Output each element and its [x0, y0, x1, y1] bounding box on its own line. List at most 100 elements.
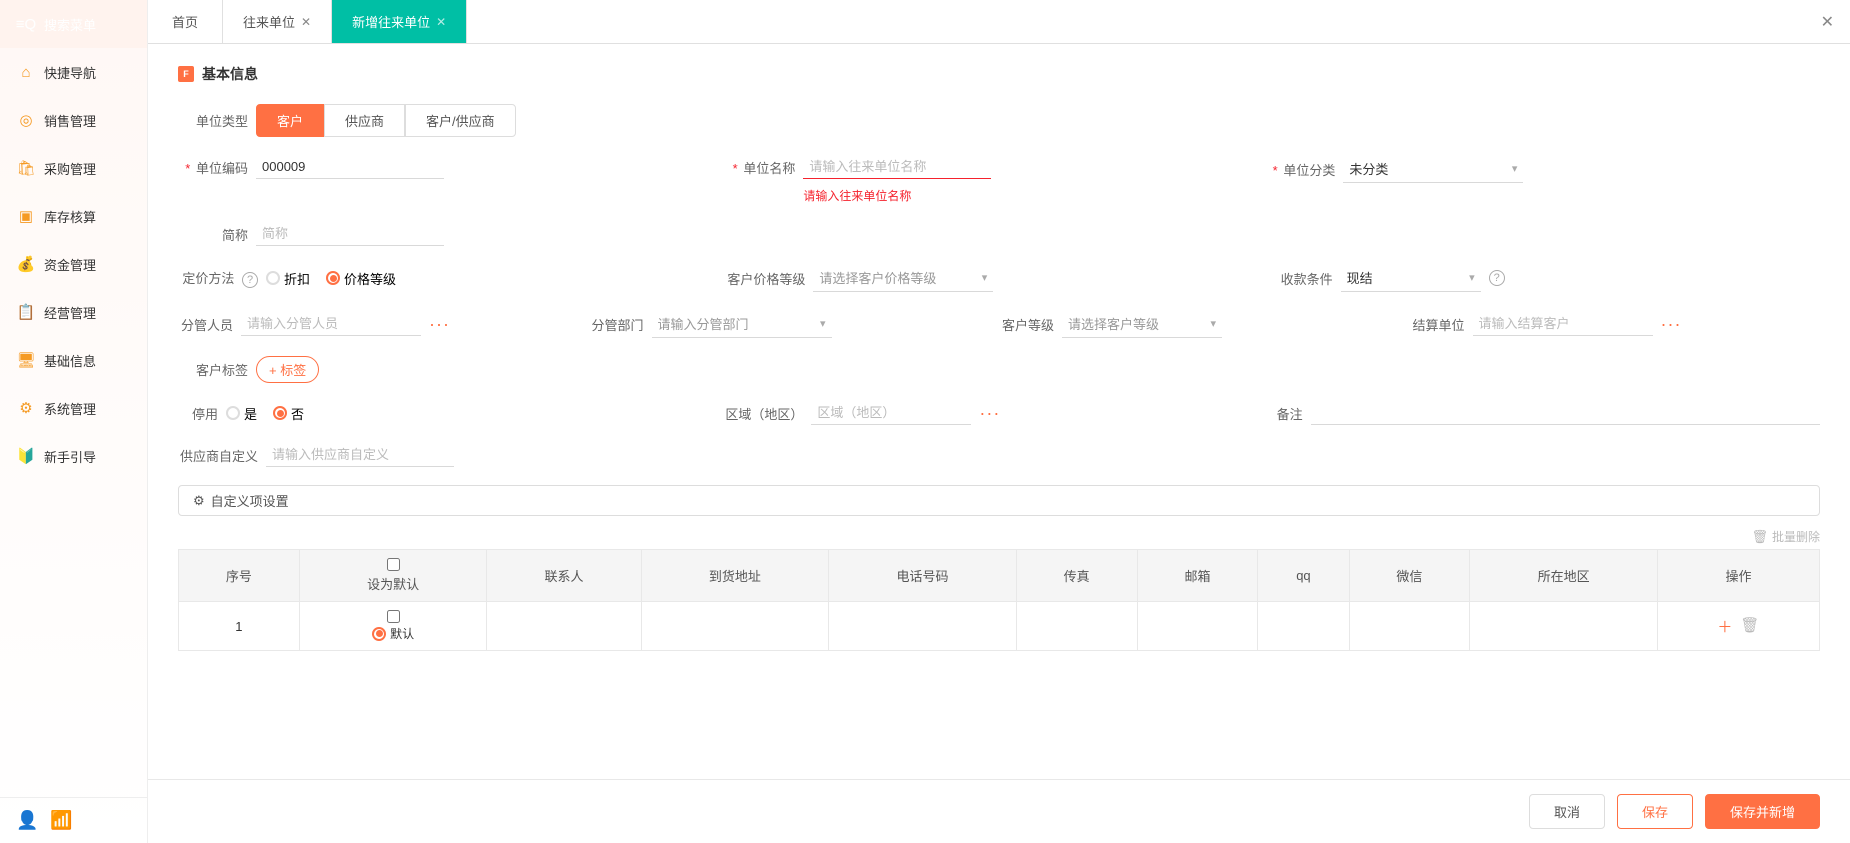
chevron-down-icon: ▾ [1210, 317, 1216, 330]
settlement-unit-label: 结算单位 [1410, 315, 1465, 334]
unit-code-name-row: * 单位编码 * 单位名称 请输入往来单位名称 [178, 155, 1820, 204]
cancel-button[interactable]: 取消 [1529, 794, 1605, 829]
tab-new-partner-close[interactable]: ✕ [436, 15, 446, 29]
contact-table: 序号 设为默认 联系人 到货地址 电话号码 传真 邮箱 qq 微信 所在地区 [178, 549, 1820, 651]
disabled-no-radio[interactable]: 否 [273, 404, 304, 423]
unit-code-input[interactable] [256, 155, 444, 179]
customer-level-select[interactable]: 请选择客户等级 ▾ [1062, 310, 1222, 338]
add-tag-btn[interactable]: + 标签 [256, 356, 319, 383]
sidebar-item-finance[interactable]: 💰 资金管理 [0, 240, 147, 288]
row-checkbox[interactable] [387, 610, 400, 623]
unit-type-both[interactable]: 客户/供应商 [405, 104, 516, 137]
sidebar-item-operations[interactable]: 📋 经营管理 [0, 288, 147, 336]
contact-table-container: 🗑 批量删除 序号 设为默认 联系人 到货地址 电话号码 传真 [178, 528, 1820, 651]
tab-home[interactable]: 首页 [148, 0, 223, 43]
customer-tag-field: 客户标签 + 标签 [178, 356, 1820, 383]
tab-new-partner[interactable]: 新增往来单位 ✕ [332, 0, 467, 43]
page-footer: 取消 保存 保存并新增 [148, 779, 1850, 843]
pricing-method-field: 定价方法 ? 折扣 价格等级 [178, 268, 725, 288]
pricing-level-radio[interactable]: 价格等级 [326, 269, 396, 288]
unit-type-customer[interactable]: 客户 [256, 104, 324, 137]
add-row-btn[interactable]: ＋ [1717, 616, 1732, 637]
cell-no: 1 [179, 602, 300, 651]
supervisor-field: 分管人员 ··· [178, 312, 589, 336]
sidebar-item-sales[interactable]: ◎ 销售管理 [0, 96, 147, 144]
inventory-icon: ▣ [16, 206, 36, 226]
unit-name-input[interactable] [803, 155, 991, 179]
sidebar-item-basic[interactable]: 🖥 基础信息 [0, 336, 147, 384]
supervisor-more-btn[interactable]: ··· [429, 315, 450, 333]
supervisor-input[interactable] [241, 312, 421, 336]
select-all-checkbox[interactable] [387, 558, 400, 571]
col-no: 序号 [179, 550, 300, 602]
unit-type-supplier[interactable]: 供应商 [324, 104, 405, 137]
search-icon: ≡Q [16, 14, 36, 34]
remark-input[interactable] [1311, 401, 1820, 425]
sidebar-item-purchase[interactable]: 🛍 采购管理 [0, 144, 147, 192]
col-address: 到货地址 [641, 550, 829, 602]
sidebar-item-label: 搜索菜单 [44, 15, 96, 34]
disabled-field: 停用 是 否 [178, 404, 725, 423]
department-field: 分管部门 请输入分管部门 ▾ [589, 310, 1000, 338]
region-input[interactable] [811, 401, 971, 425]
supplier-custom-row: 供应商自定义 [178, 443, 1820, 467]
chevron-down-icon: ▾ [820, 317, 826, 330]
sidebar-item-label: 系统管理 [44, 399, 96, 418]
tab-partners-close[interactable]: ✕ [301, 15, 311, 29]
chevron-down-icon: ▾ [1512, 162, 1518, 175]
cell-contact [487, 602, 641, 651]
customer-price-level-field: 客户价格等级 请选择客户价格等级 ▾ [725, 264, 1272, 292]
pricing-help-icon[interactable]: ? [242, 272, 258, 288]
cell-action: ＋ 🗑 [1657, 602, 1819, 651]
region-label: 区域（地区） [725, 404, 803, 423]
tabbar: 首页 往来单位 ✕ 新增往来单位 ✕ ✕ [148, 0, 1850, 44]
level-radio-circle [326, 271, 340, 285]
pricing-method-group: 折扣 价格等级 [266, 269, 396, 288]
disabled-yes-radio[interactable]: 是 [226, 404, 257, 423]
flag-icon: F [178, 66, 194, 82]
user-icon[interactable]: 👤 [16, 810, 38, 831]
col-phone: 电话号码 [829, 550, 1017, 602]
payment-terms-field: 收款条件 现结 ▾ ? [1273, 264, 1820, 292]
col-contact: 联系人 [487, 550, 641, 602]
sidebar-item-quick-nav[interactable]: ⌂ 快捷导航 [0, 48, 147, 96]
disabled-label: 停用 [178, 404, 218, 423]
sidebar-item-search[interactable]: ≡Q 搜索菜单 [0, 0, 147, 48]
unit-type-row: 单位类型 客户 供应商 客户/供应商 [178, 104, 1820, 137]
col-email: 邮箱 [1137, 550, 1258, 602]
signal-icon[interactable]: 📶 [50, 810, 72, 831]
settlement-unit-input[interactable] [1473, 312, 1653, 336]
sidebar-item-inventory[interactable]: ▣ 库存核算 [0, 192, 147, 240]
unit-category-field: * 单位分类 未分类 ▾ [1273, 155, 1820, 183]
settings-gear-icon: ⚙ [193, 493, 205, 509]
save-button[interactable]: 保存 [1617, 794, 1693, 829]
payment-terms-select[interactable]: 现结 ▾ [1341, 264, 1481, 292]
cell-fax [1016, 602, 1137, 651]
settlement-unit-more-btn[interactable]: ··· [1661, 315, 1682, 333]
payment-terms-help-icon[interactable]: ? [1489, 270, 1505, 286]
unit-code-field: * 单位编码 [178, 155, 725, 179]
region-more-btn[interactable]: ··· [979, 404, 1000, 422]
sidebar-item-guide[interactable]: 🔰 新手引导 [0, 432, 147, 480]
unit-category-select[interactable]: 未分类 ▾ [1343, 155, 1523, 183]
delete-row-btn[interactable]: 🗑 [1740, 616, 1759, 637]
cell-qq [1258, 602, 1349, 651]
sidebar-item-system[interactable]: ⚙ 系统管理 [0, 384, 147, 432]
supplier-custom-input[interactable] [266, 443, 454, 467]
unit-name-error: 请输入往来单位名称 [803, 189, 911, 203]
cell-region [1470, 602, 1658, 651]
default-radio[interactable]: 默认 [372, 625, 414, 642]
pricing-method-label: 定价方法 ? [178, 268, 258, 288]
close-all-tabs[interactable]: ✕ [1805, 12, 1850, 32]
short-name-input[interactable] [256, 222, 444, 246]
customer-price-level-select[interactable]: 请选择客户价格等级 ▾ [813, 264, 993, 292]
remark-field: 备注 [1273, 401, 1820, 425]
tab-partners[interactable]: 往来单位 ✕ [223, 0, 332, 43]
pricing-discount-radio[interactable]: 折扣 [266, 269, 310, 288]
department-select[interactable]: 请输入分管部门 ▾ [652, 310, 832, 338]
custom-settings-btn[interactable]: ⚙ 自定义项设置 [178, 485, 1820, 516]
finance-icon: 💰 [16, 254, 36, 274]
save-new-button[interactable]: 保存并新增 [1705, 794, 1820, 829]
batch-delete-label[interactable]: 批量删除 [1772, 528, 1820, 545]
sidebar: ≡Q 搜索菜单 ⌂ 快捷导航 ◎ 销售管理 🛍 采购管理 ▣ 库存核算 💰 资金… [0, 0, 148, 843]
